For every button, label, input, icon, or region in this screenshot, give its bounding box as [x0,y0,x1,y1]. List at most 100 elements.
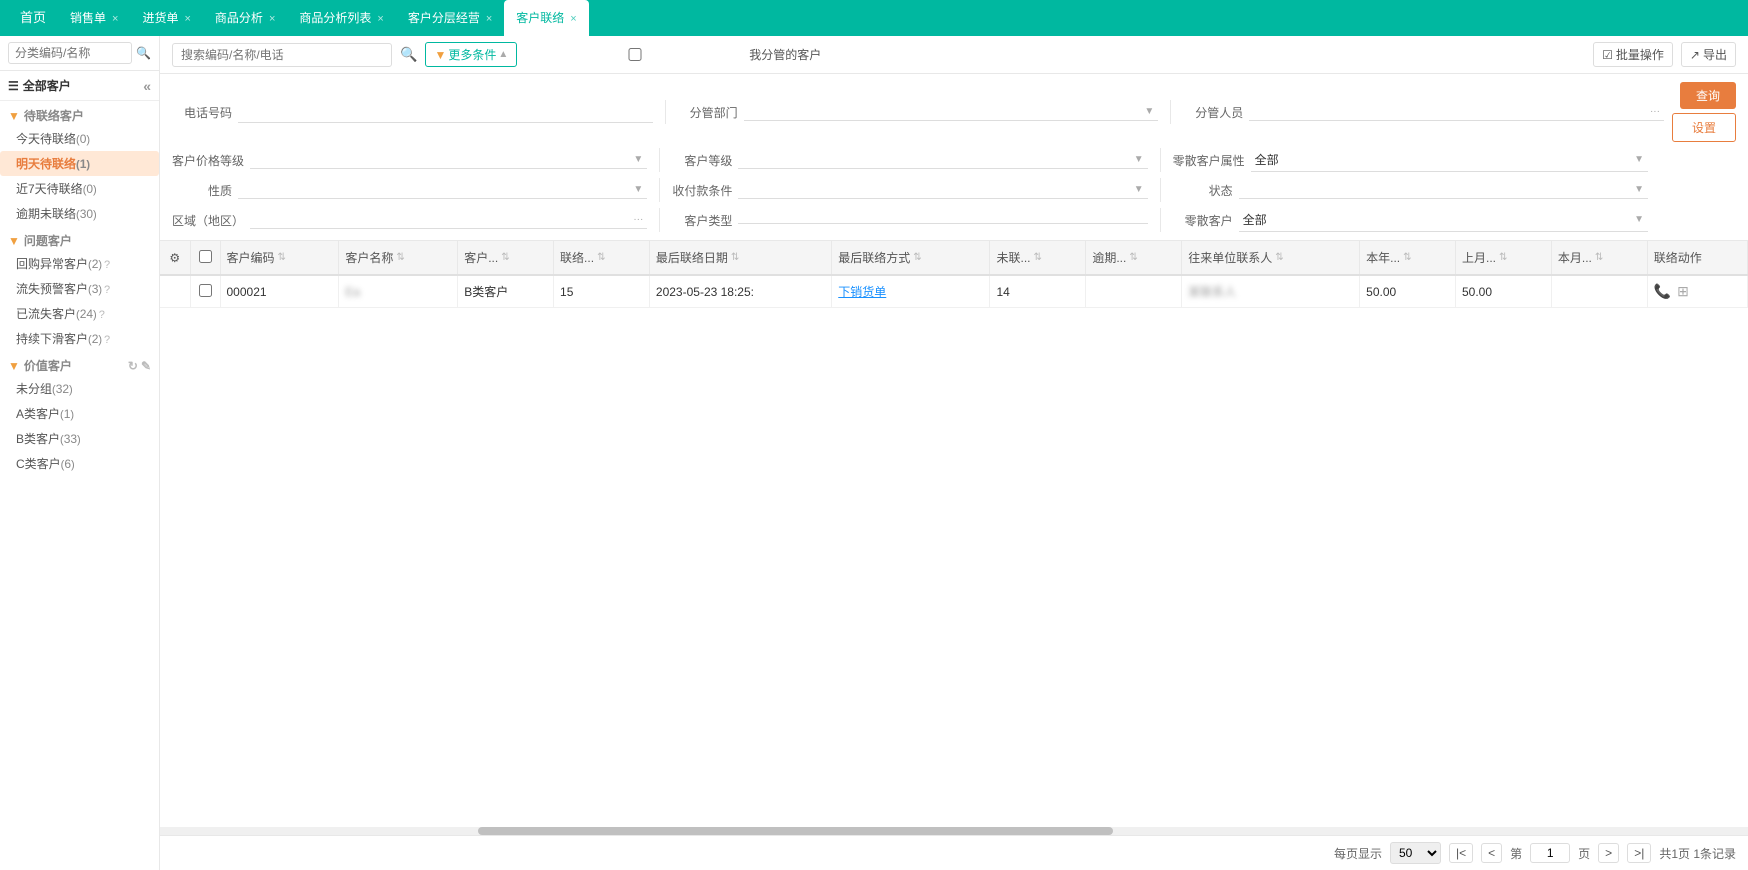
retail-attr-select[interactable]: 全部 ▼ [1251,148,1648,172]
search-input[interactable] [172,43,392,67]
scrollbar-thumb[interactable] [478,827,1113,835]
td-row-actions: 📞 ⊞ [1648,276,1748,307]
sort-icon-date: ⇅ [731,252,739,263]
sidebar-all-customers[interactable]: ☰ 全部客户 « [0,71,159,101]
phone-input[interactable] [238,102,653,123]
nav-tab-sales[interactable]: 销售单× [58,0,130,36]
sidebar-item-overdue-pending[interactable]: 逾期未联络(30) [0,201,159,226]
td-last-method[interactable]: 下销货单 [832,275,990,308]
nav-tab-purchase[interactable]: 进货单× [130,0,202,36]
nav-tab-customer-contact[interactable]: 客户联络× [504,0,588,36]
th-overdue[interactable]: 逾期...⇅ [1086,241,1182,275]
sidebar-item-tomorrow-pending[interactable]: 明天待联络(1) [0,151,159,176]
nav-tab-analysis[interactable]: 商品分析× [203,0,287,36]
filter-row-2: 客户价格等级 ▼ 客户等级 ▼ 零散客户属性 [172,148,1736,172]
query-button[interactable]: 查询 [1680,82,1736,109]
cust-level-select[interactable]: ▼ [738,151,1147,169]
td-check[interactable] [190,275,220,308]
edit-icon[interactable]: ✎ [141,359,151,373]
close-tab-sales[interactable]: × [112,13,118,25]
th-uncontacted[interactable]: 未联...⇅ [990,241,1086,275]
payment-select[interactable]: ▼ [738,181,1147,199]
person-select[interactable]: ··· [1249,103,1664,121]
sidebar-search-input[interactable] [8,42,132,64]
sidebar-item-a-class[interactable]: A类客户(1) [0,401,159,426]
nav-home[interactable]: 首页 [8,0,58,36]
sidebar-item-today-pending[interactable]: 今天待联络(0) [0,126,159,151]
th-name[interactable]: 客户名称⇅ [339,241,458,275]
batch-action-btn[interactable]: ☑ 批量操作 [1593,42,1673,67]
page-number-input[interactable] [1530,843,1570,863]
phone-text-input[interactable] [242,105,649,119]
filter-search-icon[interactable]: 🔍 [400,46,417,63]
collapse-sidebar-icon[interactable]: « [143,78,151,94]
row-grid-icon[interactable]: ⊞ [1677,283,1689,300]
sidebar-item-week-pending[interactable]: 近7天待联络(0) [0,176,159,201]
more-conditions-btn[interactable]: ▼ 更多条件 ▲ [425,42,517,67]
next-page-btn[interactable]: > [1598,843,1619,863]
filter-cust-level: 客户等级 ▼ [672,151,1147,169]
first-page-btn[interactable]: |< [1449,843,1473,863]
pagination-bar: 每页显示 50 100 200 |< < 第 页 > >| 共1页 1条记录 [160,835,1748,870]
my-customers-checkbox-container[interactable]: 我分管的客户 [525,46,821,63]
help-icon-3[interactable]: ? [99,309,105,321]
select-all-checkbox[interactable] [199,250,212,263]
prev-page-btn[interactable]: < [1481,843,1502,863]
filter-price-level: 客户价格等级 ▼ [172,151,647,169]
help-icon-4[interactable]: ? [104,334,110,346]
cust-type-select[interactable] [738,217,1147,224]
refresh-icon[interactable]: ↻ [128,359,138,373]
region-select[interactable]: ··· [250,211,647,229]
dept-select[interactable]: ▼ [744,103,1159,121]
setting-button[interactable]: 设置 [1672,113,1736,142]
price-level-select[interactable]: ▼ [250,151,647,169]
th-check[interactable] [190,241,220,275]
nav-tab-customer-tier[interactable]: 客户分层经营× [396,0,504,36]
sidebar-item-ungrouped[interactable]: 未分组(32) [0,376,159,401]
th-contact-person[interactable]: 往来单位联系人⇅ [1182,241,1360,275]
status-select[interactable]: ▼ [1239,181,1648,199]
close-tab-purchase[interactable]: × [184,13,190,25]
th-last-month[interactable]: 上月...⇅ [1456,241,1552,275]
settings-icon[interactable]: ⚙ [169,251,180,265]
close-tab-analysis[interactable]: × [269,13,275,25]
sidebar-search-icon[interactable]: 🔍 [136,46,151,60]
export-btn[interactable]: ↗ 导出 [1681,42,1736,67]
close-tab-customer-tier[interactable]: × [486,13,492,25]
th-cust-type[interactable]: 客户...⇅ [458,241,554,275]
nav-tab-analysis-list[interactable]: 商品分析列表× [287,0,395,36]
td-code: 000021 [220,275,339,308]
sidebar-item-churn-warning[interactable]: 流失预警客户(3)? [0,276,159,301]
table-header-row: ⚙ 客户编码⇅ 客户名称⇅ 客户...⇅ 联络...⇅ 最后联络日期⇅ 最后联络… [160,241,1748,275]
help-icon-1[interactable]: ? [104,259,110,271]
th-contact-count[interactable]: 联络...⇅ [554,241,650,275]
sidebar-item-b-class[interactable]: B类客户(33) [0,426,159,451]
sidebar-item-c-class[interactable]: C类客户(6) [0,451,159,476]
retail-cust-select[interactable]: 全部 ▼ [1239,208,1648,232]
my-customers-checkbox[interactable] [525,48,745,61]
nature-select[interactable]: ▼ [238,181,647,199]
per-page-select[interactable]: 50 100 200 [1390,842,1441,864]
th-last-date[interactable]: 最后联络日期⇅ [649,241,831,275]
th-settings[interactable]: ⚙ [160,241,190,275]
th-last-method[interactable]: 最后联络方式⇅ [832,241,990,275]
last-method-link[interactable]: 下销货单 [838,285,886,299]
sidebar-item-abnormal-repurchase[interactable]: 回购异常客户(2)? [0,251,159,276]
horizontal-scrollbar[interactable] [160,827,1748,835]
th-code[interactable]: 客户编码⇅ [220,241,339,275]
close-tab-analysis-list[interactable]: × [377,13,383,25]
last-page-btn[interactable]: >| [1627,843,1651,863]
filter-status: 状态 ▼ [1173,181,1648,199]
close-tab-customer-contact[interactable]: × [570,13,576,25]
help-icon-2[interactable]: ? [104,284,110,296]
cust-level-chevron-icon: ▼ [1134,154,1144,165]
th-year-amount[interactable]: 本年...⇅ [1360,241,1456,275]
th-this-month[interactable]: 本月...⇅ [1551,241,1647,275]
sidebar-item-declining[interactable]: 持续下滑客户(2)? [0,326,159,351]
sidebar-item-churned[interactable]: 已流失客户(24)? [0,301,159,326]
right-actions: ☑ 批量操作 ↗ 导出 [1593,42,1736,67]
row-phone-icon[interactable]: 📞 [1654,283,1671,300]
row-checkbox-1[interactable] [199,284,212,297]
customer-table: ⚙ 客户编码⇅ 客户名称⇅ 客户...⇅ 联络...⇅ 最后联络日期⇅ 最后联络… [160,241,1748,308]
td-name[interactable]: Ea [339,275,458,308]
